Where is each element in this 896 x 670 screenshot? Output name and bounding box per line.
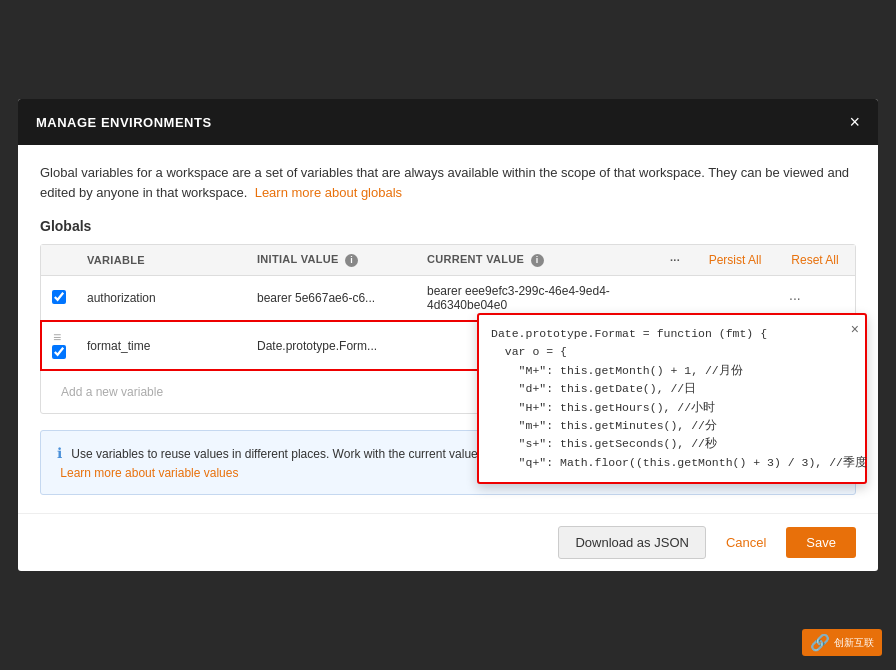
watermark-text: 创新互联 [834,636,874,650]
current-value-info-icon: i [531,254,544,267]
drag-handle-icon: ≡ [53,329,61,345]
row1-initial-value[interactable]: bearer 5e667ae6-c6... [247,276,417,321]
row2-checkbox-cell: ≡ [41,321,77,371]
th-persist-all: Persist All [695,245,775,276]
popup-editor-close-button[interactable]: × [851,321,859,337]
code-block[interactable]: Date.prototype.Format = function (fmt) {… [491,325,853,472]
th-dots [655,245,695,276]
row2-variable: format_time [77,321,247,371]
watermark: 🔗 创新互联 [802,629,882,656]
modal-overlay: MANAGE ENVIRONMENTS × Global variables f… [0,0,896,670]
row1-checkbox[interactable] [52,290,66,304]
modal-header: MANAGE ENVIRONMENTS × [18,99,878,145]
description-text: Global variables for a workspace are a s… [40,163,856,202]
th-initial-value: INITIAL VALUE i [247,245,417,276]
popup-editor: × Date.prototype.Format = function (fmt)… [477,313,867,484]
manage-environments-modal: MANAGE ENVIRONMENTS × Global variables f… [18,99,878,571]
modal-close-button[interactable]: × [849,113,860,131]
persist-all-button[interactable]: Persist All [709,253,762,267]
th-variable: VARIABLE [77,245,247,276]
cancel-button[interactable]: Cancel [716,527,776,558]
row1-variable: authorization [77,276,247,321]
table-header-row: VARIABLE INITIAL VALUE i CURRENT VALUE i [41,245,855,276]
initial-value-info-icon: i [345,254,358,267]
download-json-button[interactable]: Download as JSON [558,526,705,559]
modal-body: Global variables for a workspace are a s… [18,145,878,513]
row1-checkbox-cell [41,276,77,321]
row2-checkbox[interactable] [52,345,66,359]
th-checkbox [41,245,77,276]
learn-more-variable-link[interactable]: Learn more about variable values [60,466,238,480]
globals-table-container: VARIABLE INITIAL VALUE i CURRENT VALUE i [40,244,856,414]
popup-editor-header: × [851,321,859,337]
th-reset-all: Reset All [775,245,855,276]
learn-more-globals-link[interactable]: Learn more about globals [255,185,402,200]
reset-all-button[interactable]: Reset All [791,253,838,267]
globals-section-title: Globals [40,218,856,234]
th-current-value: CURRENT VALUE i [417,245,655,276]
modal-footer: Download as JSON Cancel Save [18,513,878,571]
row2-initial-value[interactable]: Date.prototype.Form... [247,321,417,371]
row1-more-button[interactable]: ··· [785,290,805,306]
save-button[interactable]: Save [786,527,856,558]
info-icon: ℹ [57,445,62,461]
modal-title: MANAGE ENVIRONMENTS [36,115,212,130]
